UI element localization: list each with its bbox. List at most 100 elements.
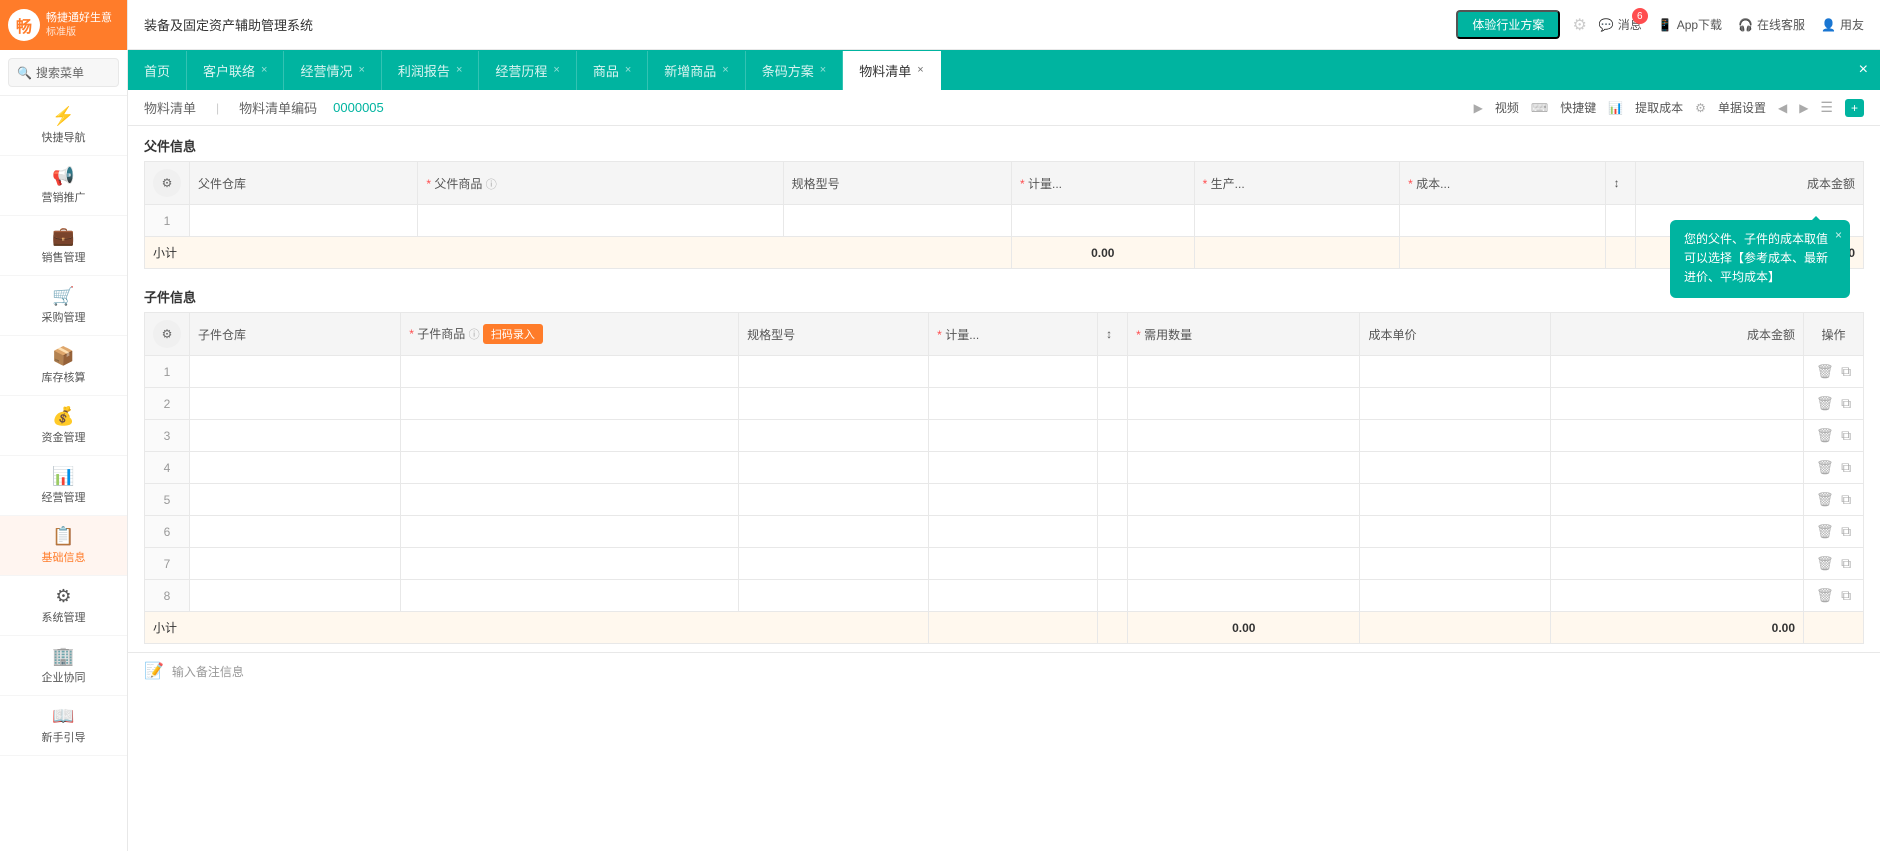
- delete-row-button-3[interactable]: 🗑: [1816, 427, 1834, 443]
- child-quantity-cell-6[interactable]: [1128, 516, 1360, 548]
- breadcrumb[interactable]: 物料清单: [144, 98, 196, 117]
- child-warehouse-cell-8[interactable]: [190, 580, 401, 612]
- delete-row-button-6[interactable]: 🗑: [1816, 523, 1834, 539]
- child-warehouse-cell-4[interactable]: [190, 452, 401, 484]
- copy-row-button-4[interactable]: ⧉: [1841, 459, 1851, 475]
- search-menu-button[interactable]: 🔍 搜索菜单: [8, 58, 119, 87]
- tab-profit[interactable]: 利润报告 ×: [382, 51, 479, 90]
- nav-prev-button[interactable]: ◀: [1778, 101, 1787, 115]
- tab-products[interactable]: 商品 ×: [577, 51, 648, 90]
- child-quantity-cell-3[interactable]: [1128, 420, 1360, 452]
- close-history-tab[interactable]: ×: [553, 64, 559, 76]
- child-unit-price-cell-8[interactable]: [1360, 580, 1550, 612]
- sidebar-item-enterprise[interactable]: 🏢 企业协同: [0, 636, 127, 696]
- tab-barcode[interactable]: 条码方案 ×: [746, 51, 843, 90]
- tab-operations[interactable]: 经营情况 ×: [284, 51, 381, 90]
- parent-product-cell-1[interactable]: [418, 205, 783, 237]
- tab-new-products[interactable]: 新增商品 ×: [648, 51, 745, 90]
- child-product-cell-5[interactable]: [401, 484, 739, 516]
- close-customers-tab[interactable]: ×: [261, 64, 267, 76]
- note-placeholder[interactable]: 输入备注信息: [172, 663, 244, 680]
- child-spec-cell-1[interactable]: [739, 356, 929, 388]
- delete-row-button-7[interactable]: 🗑: [1816, 555, 1834, 571]
- close-profit-tab[interactable]: ×: [456, 64, 462, 76]
- nav-next-button[interactable]: ▶: [1799, 101, 1808, 115]
- video-button[interactable]: 视频: [1495, 99, 1519, 116]
- child-unit-price-cell-1[interactable]: [1360, 356, 1550, 388]
- sidebar-item-operations[interactable]: 📊 经营管理: [0, 456, 127, 516]
- tab-customers[interactable]: 客户联络 ×: [187, 51, 284, 90]
- sidebar-item-quick-nav[interactable]: ⚡ 快捷导航: [0, 96, 127, 156]
- tab-bom[interactable]: 物料清单 ×: [843, 51, 940, 90]
- close-new-products-tab[interactable]: ×: [722, 64, 728, 76]
- delete-row-button-8[interactable]: 🗑: [1816, 587, 1834, 603]
- sidebar-item-finance[interactable]: 💰 资金管理: [0, 396, 127, 456]
- close-bom-tab[interactable]: ×: [917, 64, 923, 76]
- trial-badge-button[interactable]: 体验行业方案: [1456, 10, 1560, 39]
- new-button[interactable]: +: [1845, 99, 1864, 117]
- child-warehouse-cell-3[interactable]: [190, 420, 401, 452]
- child-product-cell-2[interactable]: [401, 388, 739, 420]
- parent-warehouse-cell-1[interactable]: [190, 205, 418, 237]
- child-product-cell-7[interactable]: [401, 548, 739, 580]
- list-view-button[interactable]: ☰: [1820, 99, 1833, 116]
- child-unit-cell-3[interactable]: [929, 420, 1098, 452]
- message-button[interactable]: 💬 消息 6: [1599, 16, 1642, 33]
- child-unit-cell-6[interactable]: [929, 516, 1098, 548]
- child-quantity-cell-2[interactable]: [1128, 388, 1360, 420]
- app-download-button[interactable]: 📱 App下载: [1658, 16, 1722, 33]
- child-unit-cell-5[interactable]: [929, 484, 1098, 516]
- child-unit-price-cell-2[interactable]: [1360, 388, 1550, 420]
- child-quantity-cell-8[interactable]: [1128, 580, 1360, 612]
- copy-row-button-3[interactable]: ⧉: [1841, 427, 1851, 443]
- copy-row-button-5[interactable]: ⧉: [1841, 491, 1851, 507]
- child-product-cell-6[interactable]: [401, 516, 739, 548]
- parent-settings-icon[interactable]: ⚙: [153, 169, 181, 197]
- tab-history[interactable]: 经营历程 ×: [479, 51, 576, 90]
- child-unit-price-cell-7[interactable]: [1360, 548, 1550, 580]
- child-unit-price-cell-5[interactable]: [1360, 484, 1550, 516]
- child-unit-cell-1[interactable]: [929, 356, 1098, 388]
- parent-cost-cell-1[interactable]: [1400, 205, 1606, 237]
- child-quantity-cell-7[interactable]: [1128, 548, 1360, 580]
- sidebar-search-area[interactable]: 🔍 搜索菜单: [0, 50, 127, 96]
- child-product-cell-4[interactable]: [401, 452, 739, 484]
- child-unit-price-cell-3[interactable]: [1360, 420, 1550, 452]
- child-unit-cell-7[interactable]: [929, 548, 1098, 580]
- close-operations-tab[interactable]: ×: [358, 64, 364, 76]
- child-spec-cell-7[interactable]: [739, 548, 929, 580]
- close-products-tab[interactable]: ×: [625, 64, 631, 76]
- child-spec-cell-6[interactable]: [739, 516, 929, 548]
- child-spec-cell-4[interactable]: [739, 452, 929, 484]
- child-product-cell-3[interactable]: [401, 420, 739, 452]
- child-unit-cell-2[interactable]: [929, 388, 1098, 420]
- delete-row-button-4[interactable]: 🗑: [1816, 459, 1834, 475]
- copy-row-button-8[interactable]: ⧉: [1841, 587, 1851, 603]
- parent-spec-cell-1[interactable]: [783, 205, 1011, 237]
- child-warehouse-cell-7[interactable]: [190, 548, 401, 580]
- copy-row-button-1[interactable]: ⧉: [1841, 363, 1851, 379]
- child-quantity-cell-1[interactable]: [1128, 356, 1360, 388]
- tooltip-close-button[interactable]: ×: [1835, 226, 1842, 245]
- cost-button[interactable]: 提取成本: [1635, 99, 1683, 116]
- child-spec-cell-5[interactable]: [739, 484, 929, 516]
- child-spec-cell-2[interactable]: [739, 388, 929, 420]
- online-service-button[interactable]: 🎧 在线客服: [1738, 16, 1805, 33]
- shortcut-button[interactable]: 快捷键: [1560, 99, 1596, 116]
- child-th-settings[interactable]: ⚙: [145, 313, 190, 356]
- sidebar-item-sales[interactable]: 💼 销售管理: [0, 216, 127, 276]
- sidebar-item-purchase[interactable]: 🛒 采购管理: [0, 276, 127, 336]
- child-unit-cell-4[interactable]: [929, 452, 1098, 484]
- child-product-cell-1[interactable]: [401, 356, 739, 388]
- close-barcode-tab[interactable]: ×: [820, 64, 826, 76]
- child-warehouse-cell-2[interactable]: [190, 388, 401, 420]
- sidebar-item-guide[interactable]: 📖 新手引导: [0, 696, 127, 756]
- sidebar-item-marketing[interactable]: 📢 营销推广: [0, 156, 127, 216]
- child-warehouse-cell-5[interactable]: [190, 484, 401, 516]
- sidebar-item-inventory[interactable]: 📦 库存核算: [0, 336, 127, 396]
- delete-row-button-1[interactable]: 🗑: [1816, 363, 1834, 379]
- child-quantity-cell-4[interactable]: [1128, 452, 1360, 484]
- delete-row-button-2[interactable]: 🗑: [1816, 395, 1834, 411]
- copy-row-button-2[interactable]: ⧉: [1841, 395, 1851, 411]
- child-unit-price-cell-6[interactable]: [1360, 516, 1550, 548]
